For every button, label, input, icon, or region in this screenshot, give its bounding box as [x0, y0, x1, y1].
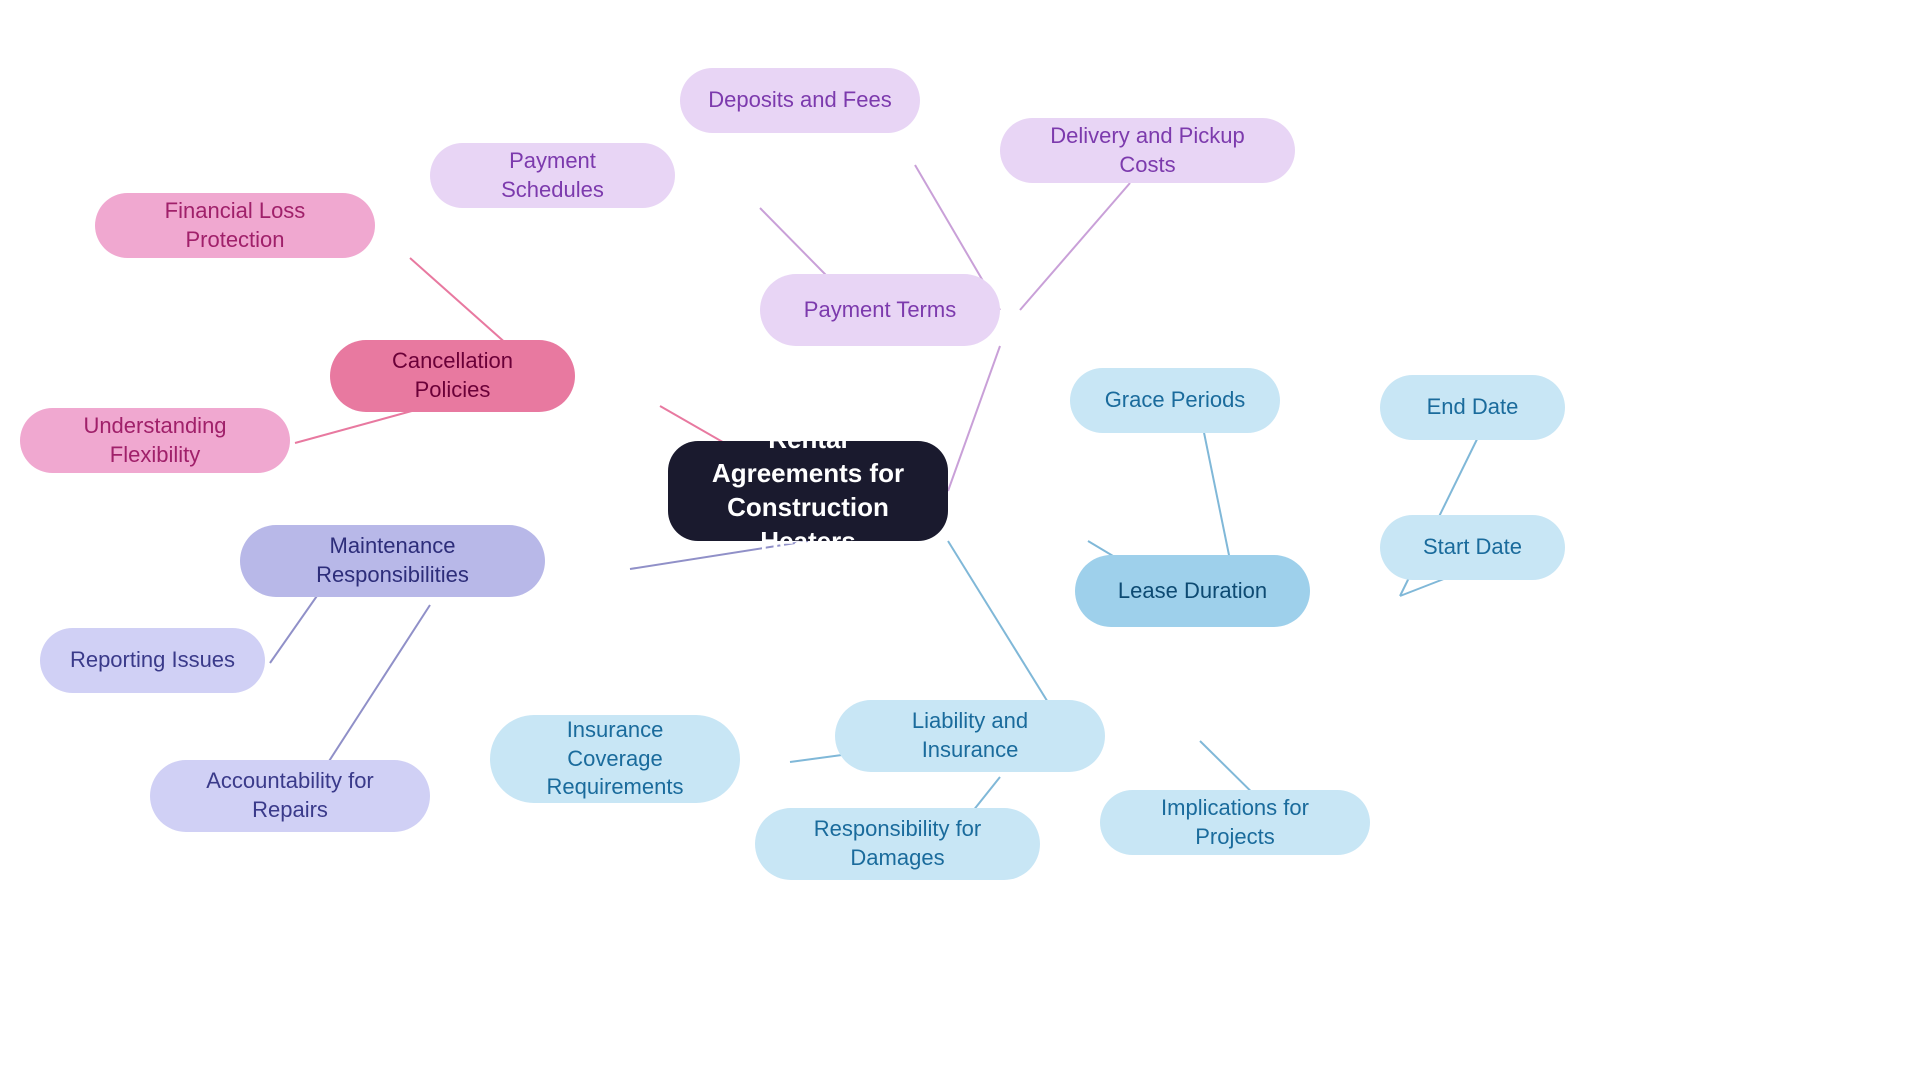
node-cancellation-policies[interactable]: Cancellation Policies [330, 340, 575, 412]
node-financial-loss[interactable]: Financial Loss Protection [95, 193, 375, 258]
node-accountability-repairs[interactable]: Accountability for Repairs [150, 760, 430, 832]
node-responsibility-damages[interactable]: Responsibility for Damages [755, 808, 1040, 880]
node-grace-periods[interactable]: Grace Periods [1070, 368, 1280, 433]
node-payment-terms[interactable]: Payment Terms [760, 274, 1000, 346]
node-end-date[interactable]: End Date [1380, 375, 1565, 440]
node-payment-schedules[interactable]: Payment Schedules [430, 143, 675, 208]
node-deposits-fees[interactable]: Deposits and Fees [680, 68, 920, 133]
node-lease-duration[interactable]: Lease Duration [1075, 555, 1310, 627]
node-reporting-issues[interactable]: Reporting Issues [40, 628, 265, 693]
node-insurance-coverage[interactable]: Insurance Coverage Requirements [490, 715, 740, 803]
node-implications-projects[interactable]: Implications for Projects [1100, 790, 1370, 855]
node-liability-insurance[interactable]: Liability and Insurance [835, 700, 1105, 772]
node-understanding-flexibility[interactable]: Understanding Flexibility [20, 408, 290, 473]
node-start-date[interactable]: Start Date [1380, 515, 1565, 580]
node-delivery-pickup[interactable]: Delivery and Pickup Costs [1000, 118, 1295, 183]
node-maintenance[interactable]: Maintenance Responsibilities [240, 525, 545, 597]
center-node[interactable]: Rental Agreements for Construction Heate… [668, 441, 948, 541]
